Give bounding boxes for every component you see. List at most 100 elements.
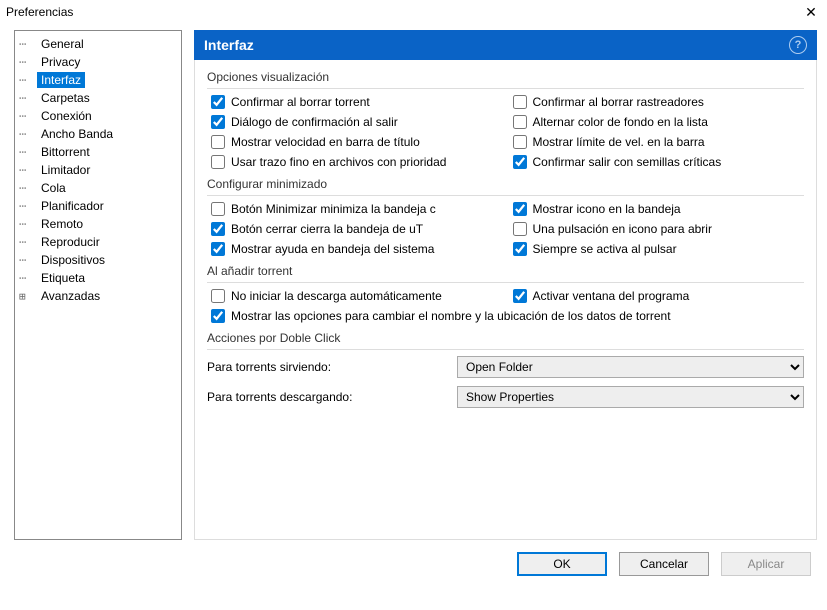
tree-expander-icon[interactable]: ⊞ <box>19 290 37 303</box>
apply-button[interactable]: Aplicar <box>721 552 811 576</box>
checkbox[interactable] <box>513 202 527 216</box>
checkbox-label: Una pulsación en icono para abrir <box>533 222 712 236</box>
checkbox-label: Diálogo de confirmación al salir <box>231 115 398 129</box>
section-header: Interfaz ? <box>194 30 817 60</box>
checkbox-row[interactable]: Botón cerrar cierra la bandeja de uT <box>211 222 503 236</box>
checkbox[interactable] <box>513 222 527 236</box>
tree-branch-icon: ⋯ <box>19 91 37 105</box>
sidebar-item-label: Ancho Banda <box>37 126 117 142</box>
checkbox-label: Usar trazo fino en archivos con priorida… <box>231 155 446 169</box>
checkbox-row[interactable]: Mostrar velocidad en barra de título <box>211 135 503 149</box>
sidebar-item-label: Conexión <box>37 108 96 124</box>
sidebar-item-carpetas[interactable]: ⋯Carpetas <box>19 89 177 107</box>
close-icon[interactable]: ✕ <box>803 4 819 21</box>
checkbox-row[interactable]: Una pulsación en icono para abrir <box>513 222 805 236</box>
checkbox-row[interactable]: Siempre se activa al pulsar <box>513 242 805 256</box>
checkbox-row[interactable]: Mostrar límite de vel. en la barra <box>513 135 805 149</box>
checkbox-row[interactable]: Confirmar salir con semillas críticas <box>513 155 805 169</box>
checkbox-row[interactable]: Confirmar al borrar rastreadores <box>513 95 805 109</box>
sidebar-item-label: Interfaz <box>37 72 85 88</box>
sidebar-item-general[interactable]: ⋯General <box>19 35 177 53</box>
checkbox-label: Alternar color de fondo en la lista <box>533 115 708 129</box>
sidebar-item-limitador[interactable]: ⋯Limitador <box>19 161 177 179</box>
sidebar-item-etiqueta[interactable]: ⋯Etiqueta <box>19 269 177 287</box>
section-title: Interfaz <box>204 37 254 53</box>
checkbox-label: Mostrar icono en la bandeja <box>533 202 681 216</box>
divider <box>207 282 804 283</box>
checkbox-row[interactable]: Alternar color de fondo en la lista <box>513 115 805 129</box>
checkbox-row[interactable]: Confirmar al borrar torrent <box>211 95 503 109</box>
sidebar-item-dispositivos[interactable]: ⋯Dispositivos <box>19 251 177 269</box>
checkbox-row[interactable]: Mostrar las opciones para cambiar el nom… <box>211 309 804 323</box>
sidebar-item-label: Reproducir <box>37 234 104 250</box>
tree-branch-icon: ⋯ <box>19 253 37 267</box>
checkbox[interactable] <box>513 242 527 256</box>
downloading-select[interactable]: Show Properties <box>457 386 804 408</box>
checkbox-row[interactable]: Usar trazo fino en archivos con priorida… <box>211 155 503 169</box>
tree-branch-icon: ⋯ <box>19 109 37 123</box>
checkbox[interactable] <box>211 309 225 323</box>
cancel-button[interactable]: Cancelar <box>619 552 709 576</box>
checkbox[interactable] <box>513 95 527 109</box>
checkbox-label: Activar ventana del programa <box>533 289 690 303</box>
ok-button[interactable]: OK <box>517 552 607 576</box>
sidebar-item-ancho-banda[interactable]: ⋯Ancho Banda <box>19 125 177 143</box>
checkbox[interactable] <box>211 202 225 216</box>
sidebar-item-label: Privacy <box>37 54 84 70</box>
checkbox-row[interactable]: Mostrar icono en la bandeja <box>513 202 805 216</box>
tree-branch-icon: ⋯ <box>19 163 37 177</box>
checkbox-row[interactable]: Activar ventana del programa <box>513 289 805 303</box>
checkbox[interactable] <box>513 289 527 303</box>
sidebar-item-remoto[interactable]: ⋯Remoto <box>19 215 177 233</box>
sidebar-item-conexion[interactable]: ⋯Conexión <box>19 107 177 125</box>
sidebar-item-planificador[interactable]: ⋯Planificador <box>19 197 177 215</box>
downloading-label: Para torrents descargando: <box>207 390 457 404</box>
tree-branch-icon: ⋯ <box>19 235 37 249</box>
tree-branch-icon: ⋯ <box>19 55 37 69</box>
checkbox[interactable] <box>513 135 527 149</box>
checkbox-row[interactable]: Mostrar ayuda en bandeja del sistema <box>211 242 503 256</box>
sidebar-item-bittorrent[interactable]: ⋯Bittorrent <box>19 143 177 161</box>
tree-branch-icon: ⋯ <box>19 73 37 87</box>
seeding-select[interactable]: Open Folder <box>457 356 804 378</box>
help-icon[interactable]: ? <box>789 36 807 54</box>
group-add-title: Al añadir torrent <box>207 264 804 278</box>
group-dbl-title: Acciones por Doble Click <box>207 331 804 345</box>
checkbox[interactable] <box>211 115 225 129</box>
sidebar-item-avanzadas[interactable]: ⊞Avanzadas <box>19 287 177 305</box>
checkbox-row[interactable]: Diálogo de confirmación al salir <box>211 115 503 129</box>
checkbox[interactable] <box>211 222 225 236</box>
sidebar-item-label: Remoto <box>37 216 87 232</box>
divider <box>207 195 804 196</box>
sidebar-item-privacy[interactable]: ⋯Privacy <box>19 53 177 71</box>
group-minim-title: Configurar minimizado <box>207 177 804 191</box>
checkbox-row[interactable]: No iniciar la descarga automáticamente <box>211 289 503 303</box>
checkbox[interactable] <box>513 115 527 129</box>
checkbox[interactable] <box>211 135 225 149</box>
sidebar-item-cola[interactable]: ⋯Cola <box>19 179 177 197</box>
tree-branch-icon: ⋯ <box>19 127 37 141</box>
checkbox[interactable] <box>211 95 225 109</box>
checkbox[interactable] <box>211 242 225 256</box>
divider <box>207 349 804 350</box>
sidebar-item-reproducir[interactable]: ⋯Reproducir <box>19 233 177 251</box>
checkbox-label: Siempre se activa al pulsar <box>533 242 677 256</box>
tree-branch-icon: ⋯ <box>19 145 37 159</box>
checkbox-label: No iniciar la descarga automáticamente <box>231 289 442 303</box>
checkbox[interactable] <box>211 289 225 303</box>
sidebar-item-label: Cola <box>37 180 70 196</box>
checkbox-label: Mostrar ayuda en bandeja del sistema <box>231 242 434 256</box>
tree-branch-icon: ⋯ <box>19 37 37 51</box>
checkbox[interactable] <box>211 155 225 169</box>
divider <box>207 88 804 89</box>
seeding-label: Para torrents sirviendo: <box>207 360 457 374</box>
sidebar-item-label: Carpetas <box>37 90 94 106</box>
sidebar-item-interfaz[interactable]: ⋯Interfaz <box>19 71 177 89</box>
checkbox[interactable] <box>513 155 527 169</box>
checkbox-label: Mostrar velocidad en barra de título <box>231 135 420 149</box>
sidebar-tree: ⋯General⋯Privacy⋯Interfaz⋯Carpetas⋯Conex… <box>14 30 182 540</box>
tree-branch-icon: ⋯ <box>19 199 37 213</box>
checkbox-label: Botón Minimizar minimiza la bandeja c <box>231 202 436 216</box>
sidebar-item-label: Avanzadas <box>37 288 104 304</box>
checkbox-row[interactable]: Botón Minimizar minimiza la bandeja c <box>211 202 503 216</box>
